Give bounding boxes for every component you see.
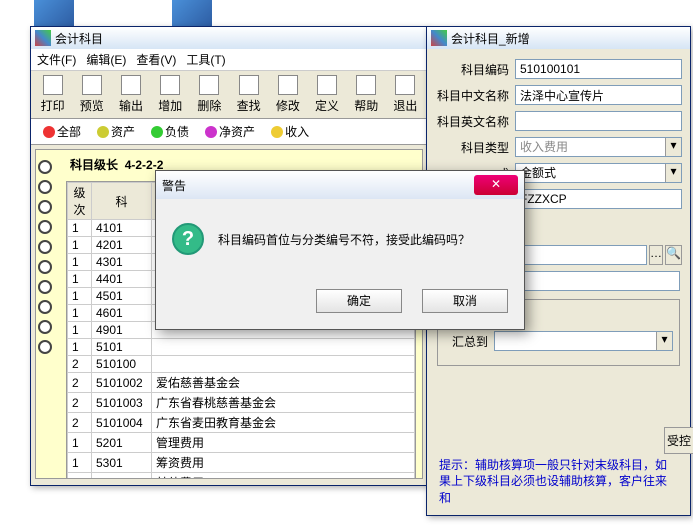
ename-input[interactable] [515,111,682,131]
print-icon [43,75,63,95]
preview-button[interactable]: 预览 [72,73,111,116]
export-button[interactable]: 输出 [111,73,150,116]
spiral-binding [38,154,54,474]
mnemonic-input[interactable] [515,189,682,209]
titlebar[interactable]: 会计科目 [31,27,427,49]
menu-file[interactable]: 文件(F) [37,51,76,68]
format-select[interactable]: 金额式▾ [515,163,682,183]
dot-icon [271,126,283,138]
category-tabs: 全部 资产 负债 净资产 收入 [31,119,427,145]
table-row[interactable]: 2510100 [68,356,415,373]
menu-tools[interactable]: 工具(T) [186,51,225,68]
find-button[interactable]: 查找 [229,73,268,116]
cname-input[interactable] [515,85,682,105]
type-label: 科目类型 [435,139,515,156]
menubar: 文件(F) 编辑(E) 查看(V) 工具(T) [31,49,427,71]
menu-view[interactable]: 查看(V) [136,51,176,68]
exit-button[interactable]: 退出 [386,73,425,116]
dot-icon [97,126,109,138]
chevron-down-icon: ▾ [656,332,672,350]
code-input[interactable] [515,59,682,79]
tab-liab[interactable]: 负债 [143,121,197,142]
define-button[interactable]: 定义 [307,73,346,116]
add-icon [160,75,180,95]
table-row[interactable]: 15301筹资费用 [68,453,415,473]
define-icon [317,75,337,95]
question-icon: ? [172,223,204,255]
lookup-button[interactable]: … [649,245,663,265]
exit-icon [395,75,415,95]
table-row[interactable]: 15101 [68,339,415,356]
window-title: 会计科目_新增 [451,30,530,47]
app-icon [35,30,51,46]
cname-label: 科目中文名称 [435,87,515,104]
dialog-title: 警告 [162,177,186,194]
level-label: 科目级长 [70,158,118,172]
type-select[interactable]: 收入费用▾ [515,137,682,157]
control-button[interactable]: 受控 [664,427,693,454]
ename-label: 科目英文名称 [435,113,515,130]
dialog-message: 科目编码首位与分类编号不符，接受此编码吗？ [218,231,470,248]
delete-button[interactable]: 删除 [190,73,229,116]
dot-icon [205,126,217,138]
code-label: 科目编码 [435,61,515,78]
unit-input[interactable] [515,271,680,291]
tab-net[interactable]: 净资产 [197,121,263,142]
dot-icon [151,126,163,138]
modify-button[interactable]: 修改 [268,73,307,116]
table-row[interactable]: 25101002爱佑慈善基金会 [68,373,415,393]
delete-icon [199,75,219,95]
add-button[interactable]: 增加 [151,73,190,116]
tab-assets[interactable]: 资产 [89,121,143,142]
ok-button[interactable]: 确定 [316,289,402,313]
print-button[interactable]: 打印 [33,73,72,116]
sumto-select[interactable]: ▾ [494,331,673,351]
dialog-titlebar[interactable]: 警告 ✕ [156,171,524,199]
export-icon [121,75,141,95]
find-icon [239,75,259,95]
table-row[interactable]: 15201管理费用 [68,433,415,453]
help-icon [356,75,376,95]
close-button[interactable]: ✕ [474,175,518,195]
table-row[interactable]: 25101004广东省麦田教育基金会 [68,413,415,433]
search-button[interactable]: 🔍 [665,245,682,265]
menu-edit[interactable]: 编辑(E) [86,51,126,68]
chevron-down-icon: ▾ [665,164,681,182]
hint-text: 提示：辅助核算项一般只针对末级科目，如果上下级科目必须也设辅助核算，客户往来和 [433,453,684,511]
chevron-down-icon: ▾ [665,138,681,156]
table-row[interactable]: 15401其他费用 [68,473,415,480]
toolbar: 打印 预览 输出 增加 删除 查找 修改 定义 帮助 退出 [31,71,427,119]
warning-dialog: 警告 ✕ ? 科目编码首位与分类编号不符，接受此编码吗？ 确定 取消 [155,170,525,330]
tab-income[interactable]: 收入 [263,121,317,142]
tab-all[interactable]: 全部 [35,121,89,142]
preview-icon [82,75,102,95]
cancel-button[interactable]: 取消 [422,289,508,313]
titlebar[interactable]: 会计科目_新增 [427,27,690,49]
app-icon [431,30,447,46]
window-title: 会计科目 [55,30,103,47]
col-level: 级次 [68,183,92,220]
modify-icon [278,75,298,95]
table-row[interactable]: 25101003广东省春桃慈善基金会 [68,393,415,413]
sumto-label: 汇总到 [444,333,494,350]
help-button[interactable]: 帮助 [347,73,386,116]
col-code: 科 [92,183,152,220]
dot-icon [43,126,55,138]
